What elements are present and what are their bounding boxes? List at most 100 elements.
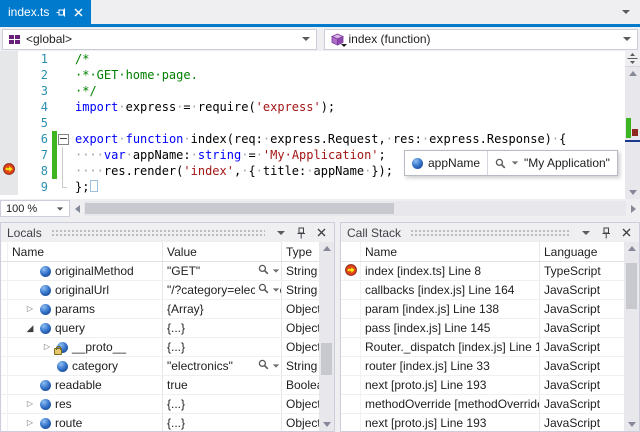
scrollbar-thumb[interactable] [626, 263, 637, 309]
column-header-name[interactable]: Name [361, 242, 540, 261]
code-text[interactable]: ·*·GET·home·page. [70, 67, 198, 83]
name-cell[interactable]: originalMethod [8, 262, 163, 280]
fold-margin[interactable] [57, 115, 70, 131]
callstack-row[interactable]: methodOverride [methodOverride.js]JavaSc… [341, 395, 624, 414]
frame-name-cell[interactable]: callbacks [index.js] Line 164 [361, 281, 540, 299]
magnifier-group[interactable] [255, 262, 280, 280]
name-cell[interactable]: ▷route [8, 414, 163, 431]
close-icon[interactable] [619, 225, 633, 240]
callstack-row[interactable]: next [proto.js] Line 193JavaScript [341, 376, 624, 395]
code-text[interactable]: }; [70, 179, 98, 195]
frame-name-cell[interactable]: methodOverride [methodOverride.js] [361, 395, 540, 413]
name-cell[interactable]: ▷params [8, 300, 163, 318]
frame-name-cell[interactable]: next [proto.js] Line 193 [361, 414, 540, 431]
breakpoint-gutter[interactable] [0, 83, 18, 99]
code-text[interactable]: /* [70, 51, 89, 67]
pin-icon[interactable] [294, 225, 308, 240]
code-text[interactable]: export·function·index(req:·express.Reque… [70, 131, 566, 147]
callstack-row[interactable]: param [index.js] Line 138JavaScript [341, 300, 624, 319]
value-cell[interactable]: {...} [163, 395, 282, 413]
name-cell[interactable]: ◢query [8, 319, 163, 337]
breakpoint-gutter[interactable] [0, 51, 18, 67]
callstack-row[interactable]: next [proto.js] Line 193JavaScript [341, 414, 624, 431]
fold-margin[interactable] [57, 131, 70, 147]
expanded-expander-icon[interactable]: ◢ [24, 319, 36, 337]
scroll-up-arrow[interactable] [624, 242, 639, 255]
locals-row[interactable]: ◢query{...}Object [1, 319, 319, 338]
column-header-value[interactable]: Value [163, 242, 282, 261]
call-stack-title-bar[interactable]: Call Stack [341, 223, 639, 242]
pin-icon[interactable] [599, 225, 613, 240]
scroll-right-arrow[interactable] [626, 201, 640, 216]
scroll-up-arrow[interactable] [319, 242, 334, 255]
code-text[interactable]: ····res.render('index',·{·title:·appName… [70, 163, 393, 179]
locals-row[interactable]: ▷params{Array}Object [1, 300, 319, 319]
locals-row[interactable]: category"electronics"String [1, 357, 319, 376]
magnifier-group[interactable] [255, 357, 280, 375]
datatip-value[interactable]: "My Application" [488, 151, 617, 175]
name-cell[interactable]: ▷__proto__ [8, 338, 163, 356]
fold-margin[interactable] [57, 147, 70, 163]
split-window-handle[interactable] [625, 51, 640, 67]
collapsed-expander-icon[interactable]: ▷ [24, 414, 36, 431]
name-cell[interactable]: readable [8, 376, 163, 394]
value-cell[interactable]: "/?category=electronics" [163, 281, 282, 299]
magnifier-icon[interactable] [258, 264, 269, 278]
breakpoint-gutter[interactable] [0, 163, 18, 179]
tab-index-ts[interactable]: index.ts [0, 0, 91, 24]
value-cell[interactable]: "electronics" [163, 357, 282, 375]
callstack-row[interactable]: pass [index.js] Line 145JavaScript [341, 319, 624, 338]
magnifier-icon[interactable] [258, 283, 269, 297]
code-text[interactable] [70, 115, 75, 131]
callstack-row[interactable]: router [index.js] Line 33JavaScript [341, 357, 624, 376]
value-cell[interactable]: {...} [163, 338, 282, 356]
callstack-row[interactable]: index [index.ts] Line 8TypeScript [341, 262, 624, 281]
editor-vertical-scrollbar[interactable] [625, 51, 640, 199]
locals-row[interactable]: readabletrueBoolean [1, 376, 319, 395]
fold-margin[interactable] [57, 67, 70, 83]
column-header-type[interactable]: Type [282, 242, 319, 261]
code-text[interactable]: ·*/ [70, 83, 97, 99]
fold-margin[interactable] [57, 179, 70, 195]
callstack-row[interactable]: Router._dispatch [index.js] Line 173Java… [341, 338, 624, 357]
frame-name-cell[interactable]: pass [index.js] Line 145 [361, 319, 540, 337]
frame-name-cell[interactable]: param [index.js] Line 138 [361, 300, 540, 318]
name-cell[interactable]: category [8, 357, 163, 375]
breakpoint-gutter[interactable] [0, 67, 18, 83]
frame-name-cell[interactable]: index [index.ts] Line 8 [361, 262, 540, 280]
member-dropdown[interactable]: index (function) [324, 29, 639, 50]
pin-icon[interactable] [56, 7, 67, 18]
frame-name-cell[interactable]: router [index.js] Line 33 [361, 357, 540, 375]
locals-row[interactable]: originalUrl"/?category=electronics"Strin… [1, 281, 319, 300]
breakpoint-gutter[interactable] [0, 99, 18, 115]
value-cell[interactable]: {...} [163, 319, 282, 337]
column-header-name[interactable]: Name [8, 242, 163, 261]
locals-title-bar[interactable]: Locals [1, 223, 334, 242]
value-cell[interactable]: "GET" [163, 262, 282, 280]
datatip-variable[interactable]: appName [405, 151, 487, 175]
magnifier-icon[interactable] [258, 359, 269, 373]
fold-margin[interactable] [57, 83, 70, 99]
zoom-dropdown[interactable]: 100 % [0, 200, 70, 217]
name-cell[interactable]: ▷res [8, 395, 163, 413]
fold-margin[interactable] [57, 99, 70, 115]
collapsed-expander-icon[interactable]: ▷ [24, 395, 36, 413]
magnifier-group[interactable] [255, 281, 280, 299]
locals-row[interactable]: ▷__proto__{...}Object [1, 338, 319, 357]
visualizer-caret-icon[interactable] [273, 288, 279, 291]
visualizer-caret-icon[interactable] [273, 269, 279, 272]
frame-name-cell[interactable]: Router._dispatch [index.js] Line 173 [361, 338, 540, 356]
collapse-button[interactable] [58, 134, 69, 145]
column-header-language[interactable]: Language [540, 242, 624, 261]
window-position-icon[interactable] [579, 225, 593, 240]
scroll-left-arrow[interactable] [70, 201, 84, 216]
value-cell[interactable]: {Array} [163, 300, 282, 318]
name-cell[interactable]: originalUrl [8, 281, 163, 299]
visualizer-caret-icon[interactable] [273, 364, 279, 367]
scroll-up-arrow[interactable] [625, 67, 640, 80]
breakpoint-gutter[interactable] [0, 115, 18, 131]
locals-row[interactable]: ▷res{...}Object [1, 395, 319, 414]
frame-name-cell[interactable]: next [proto.js] Line 193 [361, 376, 540, 394]
fold-margin[interactable] [57, 163, 70, 179]
fold-margin[interactable] [57, 51, 70, 67]
